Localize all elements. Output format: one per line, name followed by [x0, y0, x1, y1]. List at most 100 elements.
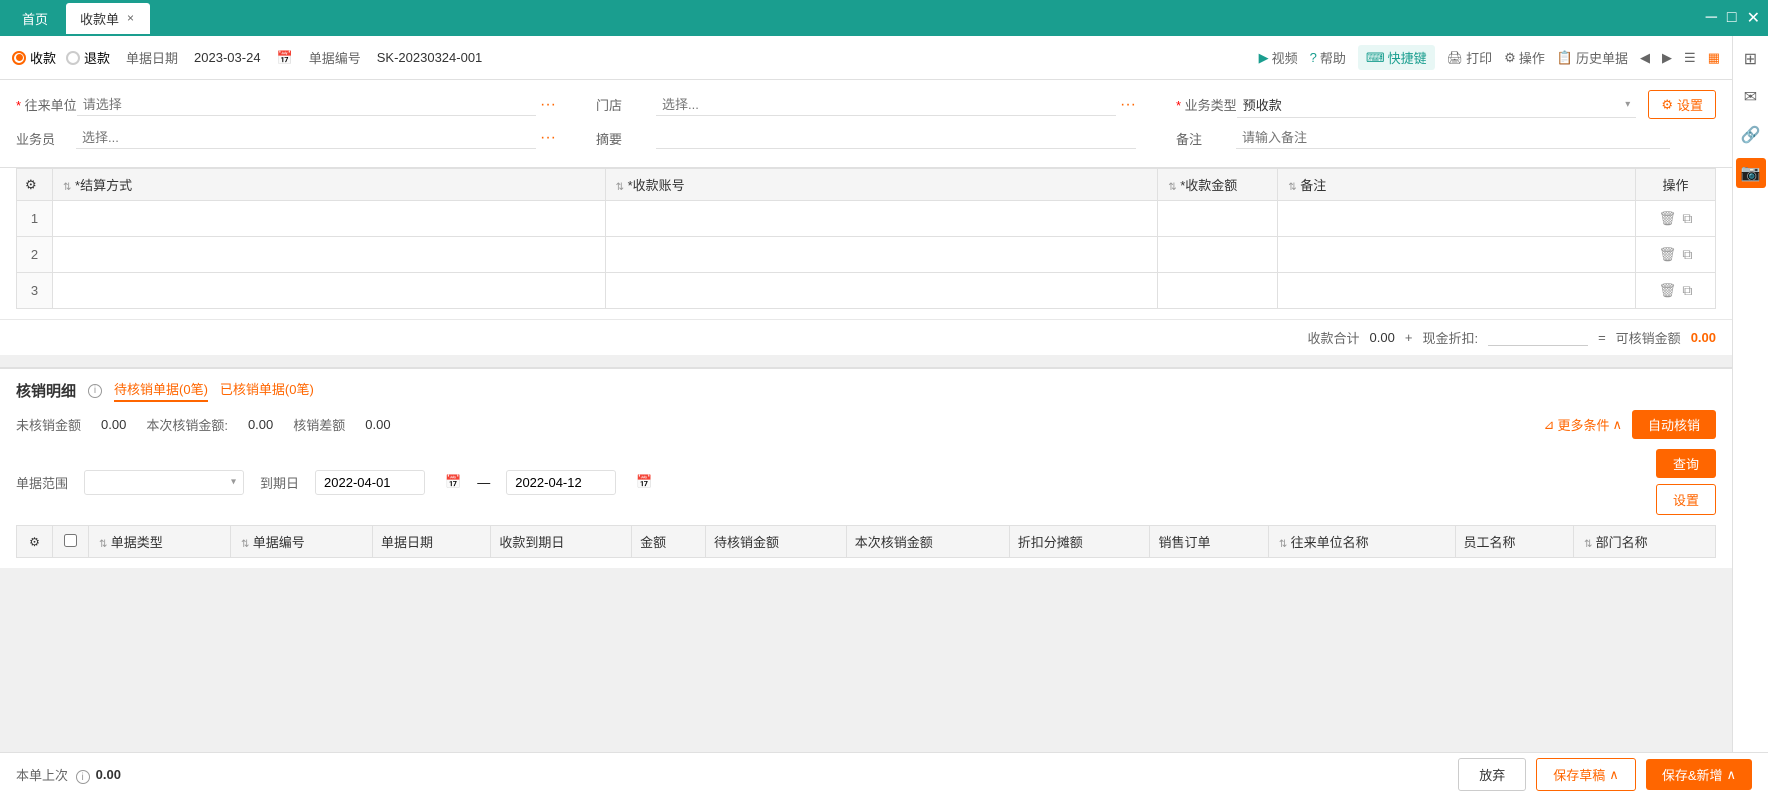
lower-col-amount: 金额: [632, 526, 706, 558]
row1-settlement[interactable]: [53, 201, 606, 237]
row1-copy-icon[interactable]: ⧉: [1682, 210, 1692, 227]
row1-remark[interactable]: [1278, 201, 1636, 237]
sidebar-camera-icon[interactable]: 📷: [1736, 158, 1766, 188]
calendar-to-icon[interactable]: 📅: [636, 474, 652, 490]
lower-col-num: ⇅ 单据编号: [231, 526, 373, 558]
tab-active-label: 收款单: [80, 9, 119, 28]
row3-action: 🗑 ⧉: [1636, 273, 1716, 309]
row2-copy-icon[interactable]: ⧉: [1682, 246, 1692, 263]
lower-col-type: ⇅ 单据类型: [89, 526, 231, 558]
prev-icon[interactable]: ◀: [1640, 50, 1650, 66]
col-settlement: ⇅ *结算方式: [53, 169, 606, 201]
sidebar-table-icon[interactable]: ⊞: [1736, 44, 1766, 74]
chevron-up-draft-icon: ∧: [1609, 767, 1619, 783]
radio-shoukuan[interactable]: 收款: [12, 48, 56, 67]
row2-remark[interactable]: [1278, 237, 1636, 273]
info-icon-footer[interactable]: i: [76, 770, 90, 784]
next-icon[interactable]: ▶: [1662, 50, 1672, 66]
range-select[interactable]: [84, 470, 244, 495]
store-label: 门店: [596, 95, 656, 114]
form-row-2: 业务员 ··· 摘要 备注: [16, 127, 1716, 149]
sidebar-link-icon[interactable]: 🔗: [1736, 120, 1766, 150]
row2-delete-icon[interactable]: 🗑: [1659, 246, 1677, 263]
row3-remark[interactable]: [1278, 273, 1636, 309]
table-settings-col[interactable]: ⚙: [17, 169, 53, 201]
footer-current-label: 本单上次 i: [16, 765, 90, 785]
staff-more-icon[interactable]: ···: [540, 129, 556, 147]
print-btn[interactable]: 🖨 打印: [1447, 48, 1493, 67]
diff-label: 核销差额: [293, 415, 345, 434]
date-from-input[interactable]: [315, 470, 425, 495]
staff-input[interactable]: [76, 127, 536, 149]
query-btn[interactable]: 查询: [1656, 449, 1716, 478]
auto-reconcile-btn[interactable]: 自动核销: [1632, 410, 1716, 439]
tab-close-icon[interactable]: ×: [125, 11, 136, 25]
footer-right: 放弃 保存草稿 ∧ 保存&新增 ∧: [1458, 758, 1752, 791]
date-range-dash: —: [477, 475, 490, 490]
lower-col-checkbox[interactable]: [53, 526, 89, 558]
tab-done[interactable]: 已核销单据(0笔): [220, 379, 314, 402]
row3-amount[interactable]: [1158, 273, 1278, 309]
select-all-checkbox[interactable]: [64, 534, 77, 547]
tab-home[interactable]: 首页: [8, 3, 62, 34]
radio-tuikuan[interactable]: 退款: [66, 48, 110, 67]
main-content: 收款 退款 单据日期 2023-03-24 📅 单据编号 SK-20230324…: [0, 36, 1768, 752]
toolbar: 收款 退款 单据日期 2023-03-24 📅 单据编号 SK-20230324…: [0, 36, 1732, 80]
row1-account[interactable]: [605, 201, 1158, 237]
discount-input[interactable]: [1488, 330, 1588, 346]
partner-more-icon[interactable]: ···: [540, 96, 556, 114]
row2-account[interactable]: [605, 237, 1158, 273]
radio-shoukuan-circle: [12, 51, 26, 65]
window-close-icon[interactable]: ✕: [1747, 8, 1760, 28]
save-draft-button[interactable]: 保存草稿 ∧: [1536, 758, 1636, 791]
settings-query-btn[interactable]: 设置: [1656, 484, 1716, 515]
store-input[interactable]: [656, 94, 1116, 116]
partner-label: 往来单位: [16, 95, 77, 114]
biztype-select[interactable]: 预收款 ▾: [1237, 92, 1637, 118]
row3-settlement[interactable]: [53, 273, 606, 309]
lower-col-staff: 员工名称: [1455, 526, 1573, 558]
store-more-icon[interactable]: ···: [1120, 96, 1136, 114]
operate-btn[interactable]: ⚙ 操作: [1504, 48, 1545, 67]
more-conditions-btn[interactable]: ⊿ 更多条件 ∧: [1544, 415, 1622, 434]
recon-title: 核销明细: [16, 380, 76, 401]
row3-copy-icon[interactable]: ⧉: [1682, 282, 1692, 299]
sidebar-mail-icon[interactable]: ✉: [1736, 82, 1766, 112]
shortcut-btn[interactable]: ⌨ 快捷键: [1358, 45, 1435, 70]
help-icon: ?: [1310, 50, 1317, 65]
calendar-icon[interactable]: 📅: [277, 50, 293, 66]
recon-info-icon[interactable]: i: [88, 384, 102, 398]
summary-row: 收款合计 0.00 + 现金折扣: = 可核销金额 0.00: [0, 319, 1732, 355]
date-label: 单据日期: [126, 48, 178, 67]
partner-input[interactable]: [77, 94, 536, 116]
row1-delete-icon[interactable]: 🗑: [1659, 210, 1677, 227]
window-maximize-icon[interactable]: □: [1727, 9, 1737, 27]
row3-account[interactable]: [605, 273, 1158, 309]
video-btn[interactable]: ▶ 视频: [1259, 48, 1298, 67]
row3-delete-icon[interactable]: 🗑: [1659, 282, 1677, 299]
row1-amount[interactable]: [1158, 201, 1278, 237]
settings-button[interactable]: ⚙ 设置: [1648, 90, 1716, 119]
calendar-from-icon[interactable]: 📅: [445, 474, 461, 490]
tab-active[interactable]: 收款单 ×: [66, 3, 150, 34]
save-new-button[interactable]: 保存&新增 ∧: [1646, 759, 1752, 790]
col-action: 操作: [1636, 169, 1716, 201]
remark-input[interactable]: [1236, 127, 1670, 149]
tab-pending[interactable]: 待核销单据(0笔): [114, 379, 208, 402]
grid-view-icon[interactable]: ▦: [1708, 50, 1720, 66]
current-label: 本次核销金额:: [146, 415, 228, 434]
date-to-input[interactable]: [506, 470, 616, 495]
help-btn[interactable]: ? 帮助: [1310, 48, 1346, 67]
list-view-icon[interactable]: ☰: [1684, 50, 1696, 66]
history-btn[interactable]: 📋 历史单据: [1557, 48, 1628, 67]
num-label: 单据编号: [309, 48, 361, 67]
footer-left: 本单上次 i 0.00: [16, 765, 121, 785]
summary-input[interactable]: [656, 127, 1136, 149]
discard-button[interactable]: 放弃: [1458, 758, 1526, 791]
row2-amount[interactable]: [1158, 237, 1278, 273]
lower-col-settings[interactable]: ⚙: [17, 526, 53, 558]
row2-settlement[interactable]: [53, 237, 606, 273]
history-icon: 📋: [1557, 50, 1573, 66]
radio-shoukuan-label: 收款: [30, 48, 56, 67]
window-minimize-icon[interactable]: ─: [1706, 9, 1717, 27]
